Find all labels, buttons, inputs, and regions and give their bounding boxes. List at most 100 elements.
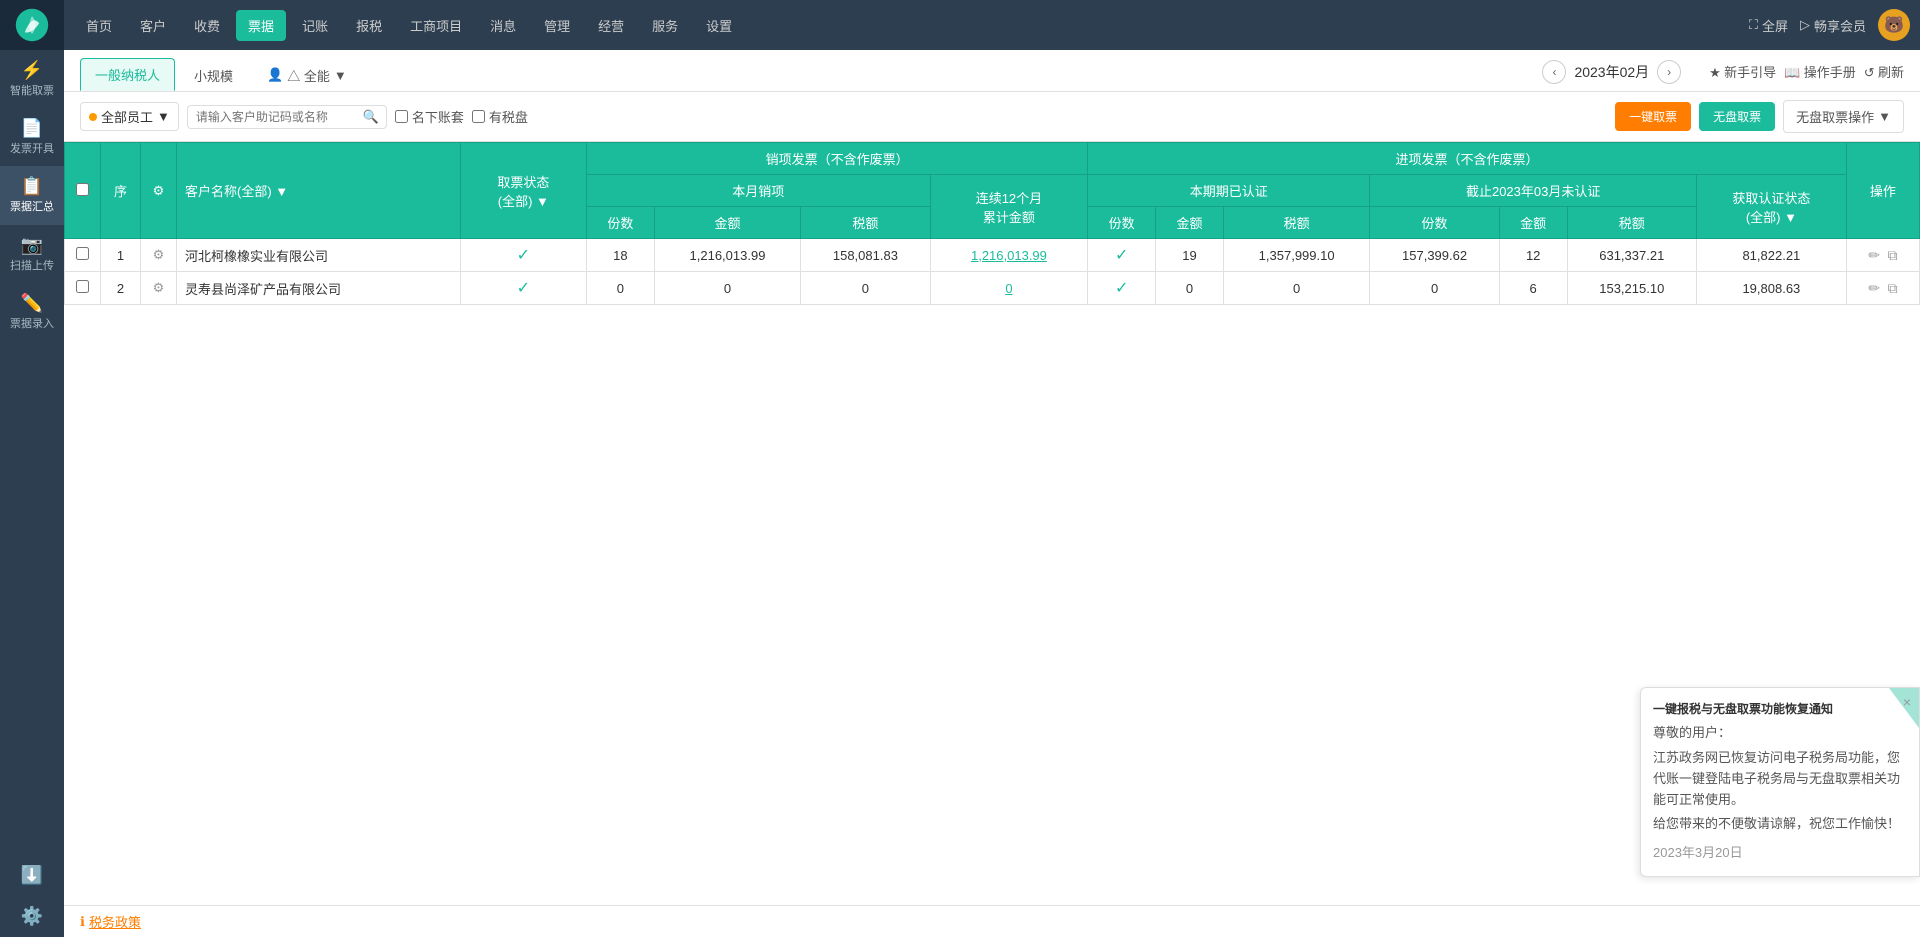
row1-checkbox[interactable] [65,239,101,272]
topnav-item-home[interactable]: 首页 [74,10,124,41]
tab-general-taxpayer[interactable]: 一般纳税人 [80,58,175,91]
sidebar-bottom: ⬇️ ⚙️ [0,855,64,937]
avatar[interactable]: 🐻 [1878,9,1910,41]
row2-uncert-amount: 153,215.10 [1567,272,1696,305]
row1-purchase-tax: 157,399.62 [1370,239,1499,272]
row1-uncert-amount: 631,337.21 [1567,239,1696,272]
checkbox-tax[interactable]: 有税盘 [472,107,528,126]
th-purchase-uncert: 截止2023年03月未认证 [1370,175,1697,207]
topnav-item-settings-nav[interactable]: 设置 [694,10,744,41]
row1-action: ✏ ⧉ [1846,239,1919,272]
sidebar-download[interactable]: ⬇️ [0,855,64,896]
topnav-item-billing[interactable]: 收费 [182,10,232,41]
sidebar-label-scan-upload: 扫描上传 [10,260,54,273]
select-all-checkbox[interactable] [76,183,89,196]
employee-select[interactable]: 全部员工 ▼ [80,102,179,131]
row1-sales-amount: 1,216,013.99 [654,239,800,272]
row2-action: ✏ ⧉ [1846,272,1919,305]
tab-all[interactable]: 👤 △ 全能 ▼ [252,59,362,91]
row1-purchase-amount: 1,357,999.10 [1223,239,1369,272]
sidebar-item-scan-upload[interactable]: 📷 扫描上传 [0,225,64,283]
topnav-item-management[interactable]: 管理 [532,10,582,41]
more-ops-arrow: ▼ [1878,109,1891,124]
row2-12m-link[interactable]: 0 [1005,281,1012,296]
checkbox-tax-label: 有税盘 [489,107,528,126]
row1-copy-icon[interactable]: ⧉ [1888,247,1898,263]
checkbox-account-input[interactable] [395,110,408,123]
th-sales-amount: 金额 [654,207,800,239]
topnav-item-invoice[interactable]: 票据 [236,10,286,41]
table-row: 2 ⚙ 灵寿县尚泽矿产品有限公司 ✓ 0 0 0 0 ✓ 0 0 0 6 153… [65,272,1920,305]
row2-gear[interactable]: ⚙ [141,272,177,305]
more-ops-label: 无盘取票操作 [1796,107,1874,126]
row2-checkbox[interactable] [65,272,101,305]
row1-sales-count: 18 [586,239,654,272]
no-disk-btn[interactable]: 无盘取票 [1699,102,1775,131]
sidebar-label-issue-invoice: 发票开具 [10,143,54,156]
sidebar-item-invoice-entry[interactable]: ✏️ 票据录入 [0,283,64,341]
scan-upload-icon: 📷 [21,235,43,256]
topnav-items: 首页 客户 收费 票据 记账 报税 工商项目 消息 管理 经营 服务 设置 [74,10,1749,41]
search-input[interactable] [187,105,387,129]
topnav-item-operations[interactable]: 经营 [586,10,636,41]
vip-btn[interactable]: ▷ 畅享会员 [1800,16,1866,35]
row1-edit-icon[interactable]: ✏ [1868,247,1880,263]
row1-uncert-count: 12 [1499,239,1567,272]
checkbox-tax-input[interactable] [472,110,485,123]
row1-cert-icon: ✓ [1115,247,1128,264]
sidebar-label-smart-deduct: 智能取票 [10,85,54,98]
one-click-btn[interactable]: 一键取票 [1615,102,1691,131]
row2-edit-icon[interactable]: ✏ [1868,280,1880,296]
row1-12m-link[interactable]: 1,216,013.99 [971,248,1047,263]
sidebar-item-invoice-summary[interactable]: 📋 票据汇总 [0,166,64,224]
topnav-item-business[interactable]: 工商项目 [398,10,474,41]
fullscreen-btn[interactable]: ⛶ 全屏 [1749,16,1788,35]
manual-btn[interactable]: 📖 操作手册 [1784,62,1856,81]
period-label: 2023年02月 [1574,62,1649,82]
checkbox-account[interactable]: 名下账套 [395,107,464,126]
topnav-item-service[interactable]: 服务 [640,10,690,41]
th-status: 取票状态(全部) ▼ [460,143,586,239]
period-next-btn[interactable]: › [1657,60,1681,84]
new-guide-btn[interactable]: ★ 新手引导 [1709,62,1776,81]
table-header-group-row: 序 ⚙ 客户名称(全部) ▼ 取票状态(全部) ▼ 销项发票（不含作废票） 进项… [65,143,1920,175]
sidebar-settings[interactable]: ⚙️ [0,896,64,937]
row1-gear[interactable]: ⚙ [141,239,177,272]
period-prev-btn[interactable]: ‹ [1542,60,1566,84]
topnav: 首页 客户 收费 票据 记账 报税 工商项目 消息 管理 经营 服务 设置 ⛶ … [64,0,1920,50]
employee-dot [89,113,97,121]
sidebar-label-invoice-entry: 票据录入 [10,318,54,331]
row1-sales-12m[interactable]: 1,216,013.99 [930,239,1088,272]
tax-policy-label[interactable]: 税务政策 [89,912,141,931]
checkbox-account-label: 名下账套 [412,107,464,126]
row1-cert-status: ✓ [1088,239,1156,272]
th-purchase-group: 进项发票（不含作废票） [1088,143,1847,175]
search-wrap: 🔍 [187,105,387,129]
smart-deduct-icon: ⚡ [21,60,43,81]
tab-small-scale[interactable]: 小规模 [179,59,248,91]
tabs-nav-right: ‹ 2023年02月 › ★ 新手引导 📖 操作手册 ↺ 刷新 [1542,60,1904,90]
topnav-right: ⛶ 全屏 ▷ 畅享会员 🐻 [1749,9,1910,41]
topnav-item-bookkeeping[interactable]: 记账 [290,10,340,41]
refresh-btn[interactable]: ↺ 刷新 [1864,62,1904,81]
sidebar-item-issue-invoice[interactable]: 📄 发票开具 [0,108,64,166]
row2-sales-amount: 0 [654,272,800,305]
row1-uncert-tax: 81,822.21 [1696,239,1846,272]
invoice-entry-icon: ✏️ [21,293,43,314]
row2-uncert-tax: 19,808.63 [1696,272,1846,305]
all-tab-icon: 👤 [267,67,283,83]
row2-sales-12m[interactable]: 0 [930,272,1088,305]
notification-close-btn[interactable]: × [1903,694,1911,710]
th-purchase-tax2: 税额 [1567,207,1696,239]
fullscreen-icon: ⛶ [1749,17,1758,33]
bottom-bar: ℹ 税务政策 [64,905,1920,937]
topnav-item-tax[interactable]: 报税 [344,10,394,41]
more-ops-btn[interactable]: 无盘取票操作 ▼ [1783,100,1904,133]
topnav-item-client[interactable]: 客户 [128,10,178,41]
topnav-item-message[interactable]: 消息 [478,10,528,41]
th-cert-status: 获取认证状态(全部) ▼ [1696,175,1846,239]
employee-arrow: ▼ [157,109,170,124]
sidebar-item-smart-deduct[interactable]: ⚡ 智能取票 [0,50,64,108]
row2-copy-icon[interactable]: ⧉ [1888,280,1898,296]
download-icon: ⬇️ [21,865,43,886]
